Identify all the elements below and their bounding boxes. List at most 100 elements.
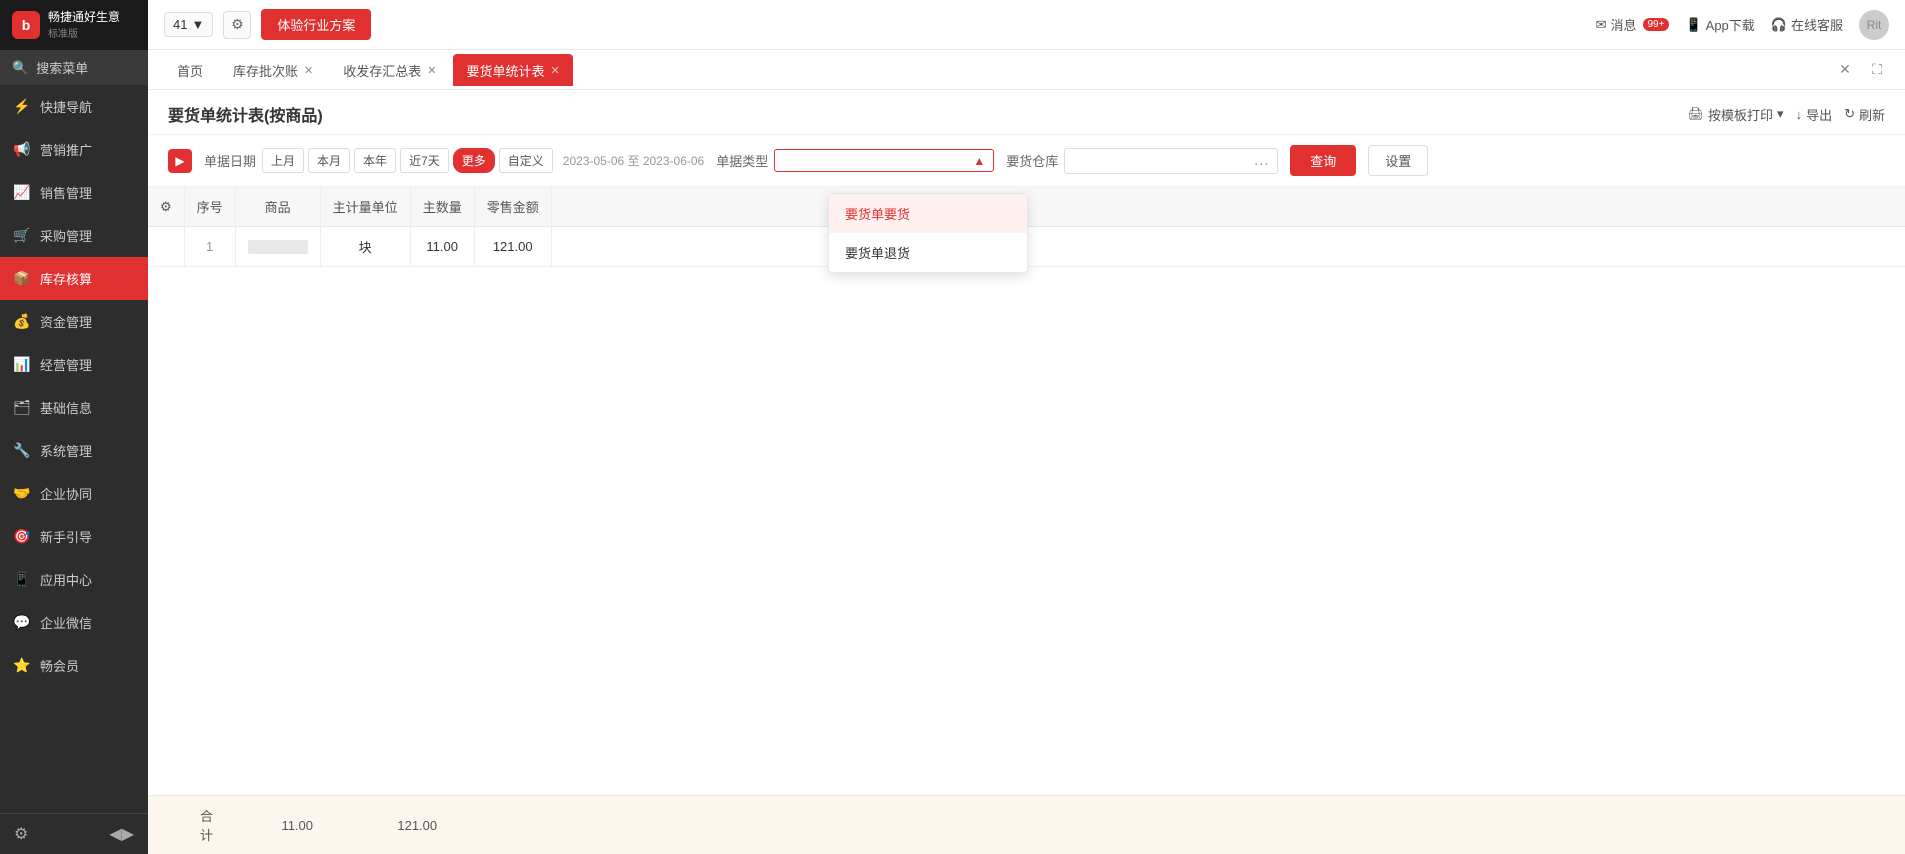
expand-button[interactable]: ▶ bbox=[168, 149, 192, 173]
page-header: 要货单统计表(按商品) 🖨 按模板打印 ▾ ↓ 导出 ↻ 刷新 bbox=[148, 90, 1905, 135]
sidebar-label-inventory: 库存核算 bbox=[40, 269, 92, 288]
tab-receive-summary[interactable]: 收发存汇总表 ✕ bbox=[330, 54, 449, 86]
warehouse-select-field[interactable]: … bbox=[1064, 148, 1278, 174]
dropdown-item-order[interactable]: 要货单要货 bbox=[829, 194, 1027, 233]
type-select-field[interactable]: ▲ bbox=[774, 149, 994, 172]
sidebar-search[interactable]: 🔍 搜索菜单 bbox=[0, 50, 148, 85]
sidebar-item-inventory[interactable]: 📦 库存核算 bbox=[0, 257, 148, 300]
row-col-unit: 块 bbox=[320, 227, 410, 267]
tab-order-stats-label: 要货单统计表 bbox=[466, 61, 544, 80]
settings-icon[interactable]: ⚙ bbox=[14, 824, 28, 844]
date-prev-month-btn[interactable]: 上月 bbox=[262, 148, 304, 173]
sidebar-item-sales[interactable]: 📈销售管理 bbox=[0, 171, 148, 214]
service-icon: 🎧 bbox=[1771, 17, 1787, 33]
sidebar-item-system[interactable]: 🔧 系统管理 bbox=[0, 429, 148, 472]
sidebar-item-quick-nav[interactable]: ⚡快捷导航 bbox=[0, 85, 148, 128]
page-title: 要货单统计表(按商品) bbox=[168, 102, 323, 126]
sidebar-icon-system: 🔧 bbox=[12, 442, 32, 459]
sidebar-label-enterprise: 企业协同 bbox=[40, 484, 92, 503]
page-content: 要货单统计表(按商品) 🖨 按模板打印 ▾ ↓ 导出 ↻ 刷新 ▶ bbox=[148, 90, 1905, 854]
sidebar-item-enterprise[interactable]: 🤝企业协同 bbox=[0, 472, 148, 515]
th-settings[interactable]: ⚙ bbox=[148, 187, 184, 227]
search-icon: 🔍 bbox=[12, 60, 28, 76]
app-download-action[interactable]: 📱 App下载 bbox=[1685, 15, 1754, 34]
sidebar-icon-finance: 💰 bbox=[12, 313, 32, 330]
sidebar-item-basic[interactable]: 🗂基础信息 bbox=[0, 386, 148, 429]
sidebar-label-sales: 销售管理 bbox=[40, 183, 92, 202]
sidebar-item-operation[interactable]: 📊经营管理 bbox=[0, 343, 148, 386]
date-range-text: 2023-05-06 至 2023-06-06 bbox=[563, 152, 704, 169]
date-year-btn[interactable]: 本年 bbox=[354, 148, 396, 173]
sidebar-logo: b 畅捷通好生意 标准版 bbox=[0, 0, 148, 50]
tab-inventory-batch[interactable]: 库存批次账 ✕ bbox=[220, 54, 326, 86]
messages-label: 消息 bbox=[1610, 15, 1636, 34]
industry-button[interactable]: 体验行业方案 bbox=[261, 9, 371, 40]
refresh-button[interactable]: ↻ 刷新 bbox=[1844, 105, 1885, 124]
type-select-input[interactable] bbox=[783, 153, 969, 168]
online-service-label: 在线客服 bbox=[1791, 15, 1843, 34]
app-icon: 📱 bbox=[1685, 17, 1701, 33]
print-chevron-icon: ▾ bbox=[1777, 106, 1784, 122]
messages-badge: 99+ bbox=[1643, 18, 1670, 31]
table-footer: 合计 11.00 121.00 bbox=[148, 795, 1905, 854]
settings-button[interactable]: 设置 bbox=[1368, 145, 1428, 176]
tab-close-all-button[interactable]: ✕ bbox=[1833, 58, 1857, 82]
row-col-qty: 11.00 bbox=[410, 227, 474, 267]
tab-order-stats[interactable]: 要货单统计表 ✕ bbox=[453, 54, 572, 86]
warehouse-select-input[interactable] bbox=[1073, 153, 1249, 168]
print-button[interactable]: 🖨 按模板打印 ▾ bbox=[1688, 105, 1784, 124]
dropdown-item-return[interactable]: 要货单退货 bbox=[829, 233, 1027, 272]
tab-home[interactable]: 首页 bbox=[164, 54, 216, 86]
page-header-actions: 🖨 按模板打印 ▾ ↓ 导出 ↻ 刷新 bbox=[1688, 105, 1886, 124]
tab-receive-summary-close[interactable]: ✕ bbox=[427, 64, 436, 77]
date-custom-btn[interactable]: 自定义 bbox=[499, 148, 553, 173]
avatar[interactable]: Rit bbox=[1859, 10, 1889, 40]
logo-icon: b bbox=[12, 11, 40, 39]
sidebar-item-wechat[interactable]: 💬企业微信 bbox=[0, 601, 148, 644]
sidebar: b 畅捷通好生意 标准版 🔍 搜索菜单 ⚡快捷导航📢营销推广📈销售管理🛒采购管理… bbox=[0, 0, 148, 854]
type-select-chevron-icon[interactable]: ▲ bbox=[973, 154, 985, 168]
th-qty: 主数量 bbox=[410, 187, 474, 227]
topbar-left: 41 ▼ ⚙ 体验行业方案 bbox=[164, 9, 1584, 40]
sidebar-item-marketing[interactable]: 📢营销推广 bbox=[0, 128, 148, 171]
date-recent-btn[interactable]: 近7天 bbox=[400, 148, 449, 173]
tab-receive-summary-label: 收发存汇总表 bbox=[343, 61, 421, 80]
th-product: 商品 bbox=[235, 187, 320, 227]
online-service-action[interactable]: 🎧 在线客服 bbox=[1771, 15, 1843, 34]
query-button[interactable]: 查询 bbox=[1290, 145, 1356, 176]
type-dropdown: 要货单要货 要货单退货 bbox=[828, 193, 1028, 273]
sidebar-item-finance[interactable]: 💰 资金管理 bbox=[0, 300, 148, 343]
sidebar-icon-inventory: 📦 bbox=[12, 270, 32, 287]
sidebar-item-guide[interactable]: 🎯新手引导 bbox=[0, 515, 148, 558]
messages-action[interactable]: ✉ 消息 99+ bbox=[1596, 15, 1670, 34]
date-curr-month-btn[interactable]: 本月 bbox=[308, 148, 350, 173]
collapse-icon[interactable]: ◀▶ bbox=[109, 824, 134, 844]
export-button[interactable]: ↓ 导出 bbox=[1796, 105, 1833, 124]
sidebar-icon-member: ⭐ bbox=[12, 657, 32, 674]
tab-order-stats-close[interactable]: ✕ bbox=[551, 64, 560, 77]
sidebar-label-finance: 资金管理 bbox=[40, 312, 92, 331]
filter-bar: ▶ 单据日期 上月 本月 本年 近7天 更多 自定义 2023-05-06 至 … bbox=[148, 135, 1905, 187]
warehouse-more-icon[interactable]: … bbox=[1253, 152, 1269, 170]
company-name: 41 bbox=[173, 17, 187, 32]
row-col-settings bbox=[148, 227, 184, 267]
refresh-icon: ↻ bbox=[1844, 106, 1855, 122]
sidebar-item-purchase[interactable]: 🛒采购管理 bbox=[0, 214, 148, 257]
footer-amount: 121.00 bbox=[357, 818, 477, 833]
date-more-btn[interactable]: 更多 bbox=[453, 148, 495, 173]
company-selector[interactable]: 41 ▼ bbox=[164, 12, 213, 37]
th-spacer bbox=[551, 187, 1905, 227]
sidebar-item-member[interactable]: ⭐畅会员 bbox=[0, 644, 148, 687]
row-col-product bbox=[235, 227, 320, 267]
export-icon: ↓ bbox=[1796, 107, 1803, 122]
sidebar-icon-quick-nav: ⚡ bbox=[12, 98, 32, 115]
sidebar-label-wechat: 企业微信 bbox=[40, 613, 92, 632]
tab-inventory-batch-close[interactable]: ✕ bbox=[304, 64, 313, 77]
th-amount: 零售金额 bbox=[474, 187, 551, 227]
gear-button[interactable]: ⚙ bbox=[223, 11, 251, 39]
sidebar-icon-purchase: 🛒 bbox=[12, 227, 32, 244]
sidebar-label-system: 系统管理 bbox=[40, 441, 92, 460]
sidebar-item-app-center[interactable]: 📱应用中心 bbox=[0, 558, 148, 601]
sidebar-icon-marketing: 📢 bbox=[12, 141, 32, 158]
tab-expand-button[interactable]: ⛶ bbox=[1865, 58, 1889, 82]
